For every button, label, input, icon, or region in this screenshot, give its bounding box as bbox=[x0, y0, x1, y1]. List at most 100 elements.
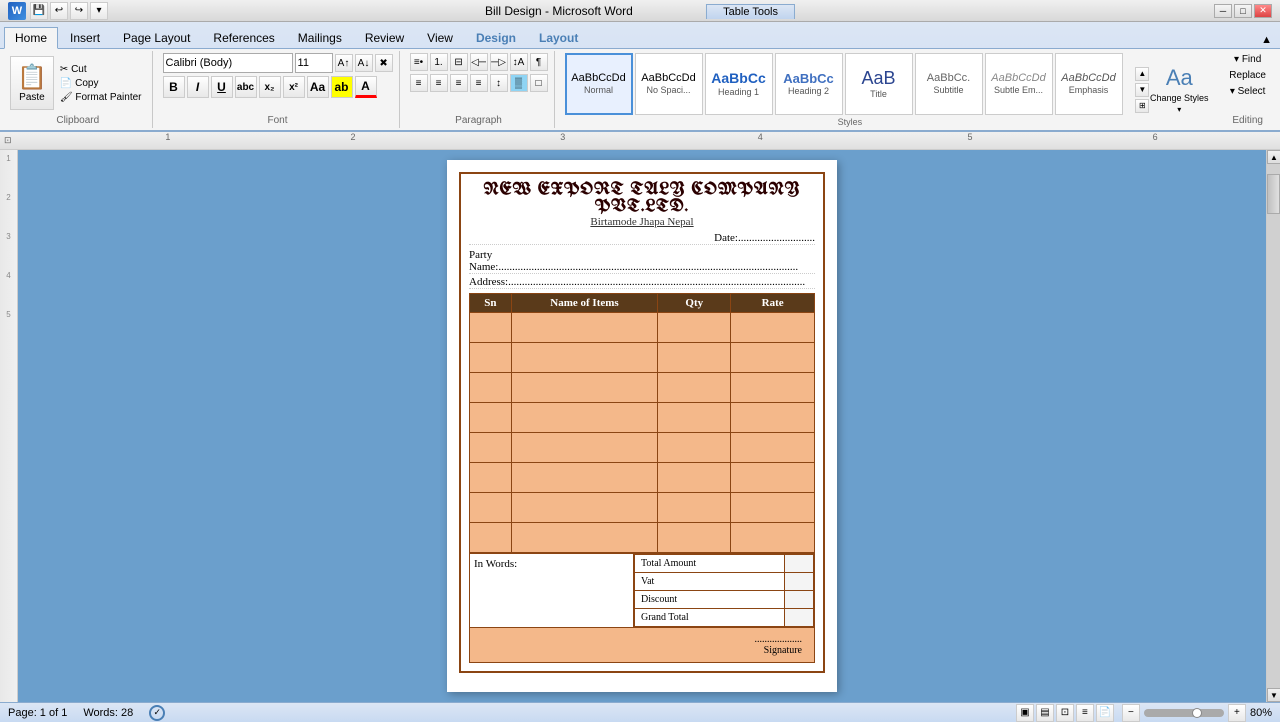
change-styles-btn[interactable]: Aa Change Styles ▾ bbox=[1149, 65, 1209, 114]
underline-btn[interactable]: U bbox=[211, 76, 233, 98]
tab-view[interactable]: View bbox=[416, 26, 464, 48]
scroll-down-btn[interactable]: ▼ bbox=[1267, 688, 1280, 702]
style-no-spacing[interactable]: AaBbCcDd No Spaci... bbox=[635, 53, 703, 115]
find-btn[interactable]: ▾ Find bbox=[1230, 53, 1265, 66]
decrease-indent-btn[interactable]: ◁─ bbox=[470, 53, 488, 71]
style-subtle-em[interactable]: AaBbCcDd Subtle Em... bbox=[985, 53, 1053, 115]
show-hide-btn[interactable]: ¶ bbox=[530, 53, 548, 71]
strikethrough-btn[interactable]: abc bbox=[235, 76, 257, 98]
redo-icon[interactable]: ↪ bbox=[70, 2, 88, 20]
justify-btn[interactable]: ≡ bbox=[470, 74, 488, 92]
web-layout-btn[interactable]: ⊡ bbox=[1056, 704, 1074, 722]
increase-font-btn[interactable]: A↑ bbox=[335, 54, 353, 72]
decrease-font-btn[interactable]: A↓ bbox=[355, 54, 373, 72]
font-label: Font bbox=[268, 113, 288, 126]
style-title-label: Title bbox=[870, 89, 887, 99]
styles-scroll-down[interactable]: ▼ bbox=[1135, 83, 1149, 97]
tab-design[interactable]: Design bbox=[465, 26, 527, 48]
table-row bbox=[470, 433, 815, 463]
style-subtitle[interactable]: AaBbCc. Subtitle bbox=[915, 53, 983, 115]
close-btn[interactable]: ✕ bbox=[1254, 4, 1272, 18]
outline-btn[interactable]: ≡ bbox=[1076, 704, 1094, 722]
sort-btn[interactable]: ↕A bbox=[510, 53, 528, 71]
cut-btn[interactable]: ✂ Cut bbox=[56, 63, 146, 76]
styles-scroll-more[interactable]: ⊞ bbox=[1135, 99, 1149, 113]
ribbon-content: 📋 Paste ✂ Cut 📄 Copy 🖌 Format Painter Cl… bbox=[0, 48, 1280, 130]
replace-btn[interactable]: Replace bbox=[1225, 69, 1270, 82]
change-case-btn[interactable]: Aa bbox=[307, 76, 329, 98]
tab-references[interactable]: References bbox=[202, 26, 285, 48]
subscript-btn[interactable]: x₂ bbox=[259, 76, 281, 98]
ribbon-expand-btn[interactable]: ▲ bbox=[1257, 32, 1276, 48]
clear-format-btn[interactable]: ✖ bbox=[375, 54, 393, 72]
copy-btn[interactable]: 📄 Copy bbox=[56, 77, 146, 90]
quick-access-toolbar: 💾 ↩ ↪ ▾ bbox=[30, 2, 108, 20]
style-normal-label: Normal bbox=[584, 85, 613, 95]
styles-scroll-up[interactable]: ▲ bbox=[1135, 67, 1149, 81]
superscript-btn[interactable]: x² bbox=[283, 76, 305, 98]
numbering-btn[interactable]: 1. bbox=[430, 53, 448, 71]
line-spacing-btn[interactable]: ↕ bbox=[490, 74, 508, 92]
document-area[interactable]: NEW EXPORT TALY COMPANY PVT.LTD. Birtamo… bbox=[18, 150, 1266, 702]
col-qty: Qty bbox=[658, 294, 731, 313]
tab-review[interactable]: Review bbox=[354, 26, 415, 48]
styles-items: AaBbCcDd Normal AaBbCcDd No Spaci... AaB… bbox=[565, 53, 1136, 115]
bold-btn[interactable]: B bbox=[163, 76, 185, 98]
font-color-btn[interactable]: A bbox=[355, 76, 377, 98]
zoom-out-btn[interactable]: − bbox=[1122, 704, 1140, 722]
spellcheck-icon[interactable]: ✓ bbox=[149, 705, 165, 721]
undo-icon[interactable]: ↩ bbox=[50, 2, 68, 20]
tab-page-layout[interactable]: Page Layout bbox=[112, 26, 201, 48]
border-btn[interactable]: □ bbox=[530, 74, 548, 92]
style-heading2-label: Heading 2 bbox=[788, 86, 829, 96]
minimize-btn[interactable]: ─ bbox=[1214, 4, 1232, 18]
zoom-in-btn[interactable]: + bbox=[1228, 704, 1246, 722]
draft-btn[interactable]: 📄 bbox=[1096, 704, 1114, 722]
tab-mailings[interactable]: Mailings bbox=[287, 26, 353, 48]
zoom-slider[interactable] bbox=[1144, 709, 1224, 717]
change-styles-icon: Aa bbox=[1166, 65, 1193, 91]
style-heading1-label: Heading 1 bbox=[718, 87, 759, 97]
total-amount-row: Total Amount bbox=[635, 555, 814, 573]
scroll-up-btn[interactable]: ▲ bbox=[1267, 150, 1280, 164]
highlight-btn[interactable]: ab bbox=[331, 76, 353, 98]
bullets-btn[interactable]: ≡• bbox=[410, 53, 428, 71]
style-heading1[interactable]: AaBbCc Heading 1 bbox=[705, 53, 773, 115]
status-bar: Page: 1 of 1 Words: 28 ✓ ▣ ▤ ⊡ ≡ 📄 − + 8… bbox=[0, 702, 1280, 722]
style-normal[interactable]: AaBbCcDd Normal bbox=[565, 53, 633, 115]
select-btn[interactable]: ▾ Select bbox=[1226, 85, 1270, 98]
multilevel-btn[interactable]: ⊟ bbox=[450, 53, 468, 71]
table-row bbox=[470, 463, 815, 493]
tab-layout[interactable]: Layout bbox=[528, 26, 589, 48]
tab-insert[interactable]: Insert bbox=[59, 26, 111, 48]
maximize-btn[interactable]: □ bbox=[1234, 4, 1252, 18]
scroll-thumb bbox=[1267, 174, 1280, 214]
paste-icon: 📋 bbox=[17, 63, 47, 92]
paragraph-label: Paragraph bbox=[455, 113, 502, 126]
grand-total-value bbox=[785, 609, 814, 627]
align-center-btn[interactable]: ≡ bbox=[430, 74, 448, 92]
align-left-btn[interactable]: ≡ bbox=[410, 74, 428, 92]
print-layout-btn[interactable]: ▣ bbox=[1016, 704, 1034, 722]
full-reading-btn[interactable]: ▤ bbox=[1036, 704, 1054, 722]
style-subtle-em-label: Subtle Em... bbox=[994, 85, 1043, 95]
company-subtitle: Birtamode Jhapa Nepal bbox=[469, 216, 815, 228]
align-right-btn[interactable]: ≡ bbox=[450, 74, 468, 92]
scroll-track[interactable] bbox=[1267, 164, 1280, 688]
editing-controls: ▾ Find Replace ▾ Select bbox=[1225, 53, 1270, 113]
increase-indent-btn[interactable]: ─▷ bbox=[490, 53, 508, 71]
italic-btn[interactable]: I bbox=[187, 76, 209, 98]
format-painter-btn[interactable]: 🖌 Format Painter bbox=[56, 91, 146, 104]
more-icon[interactable]: ▾ bbox=[90, 2, 108, 20]
style-heading2[interactable]: AaBbCc Heading 2 bbox=[775, 53, 843, 115]
shading-btn[interactable]: ▒ bbox=[510, 74, 528, 92]
style-emphasis[interactable]: AaBbCcDd Emphasis bbox=[1055, 53, 1123, 115]
style-title[interactable]: AaB Title bbox=[845, 53, 913, 115]
font-name-input[interactable] bbox=[163, 53, 293, 73]
style-no-spacing-preview: AaBbCcDd bbox=[641, 72, 695, 85]
font-size-input[interactable] bbox=[295, 53, 333, 73]
table-row bbox=[470, 403, 815, 433]
save-icon[interactable]: 💾 bbox=[30, 2, 48, 20]
paste-btn[interactable]: 📋 Paste bbox=[10, 56, 54, 110]
tab-home[interactable]: Home bbox=[4, 27, 58, 49]
